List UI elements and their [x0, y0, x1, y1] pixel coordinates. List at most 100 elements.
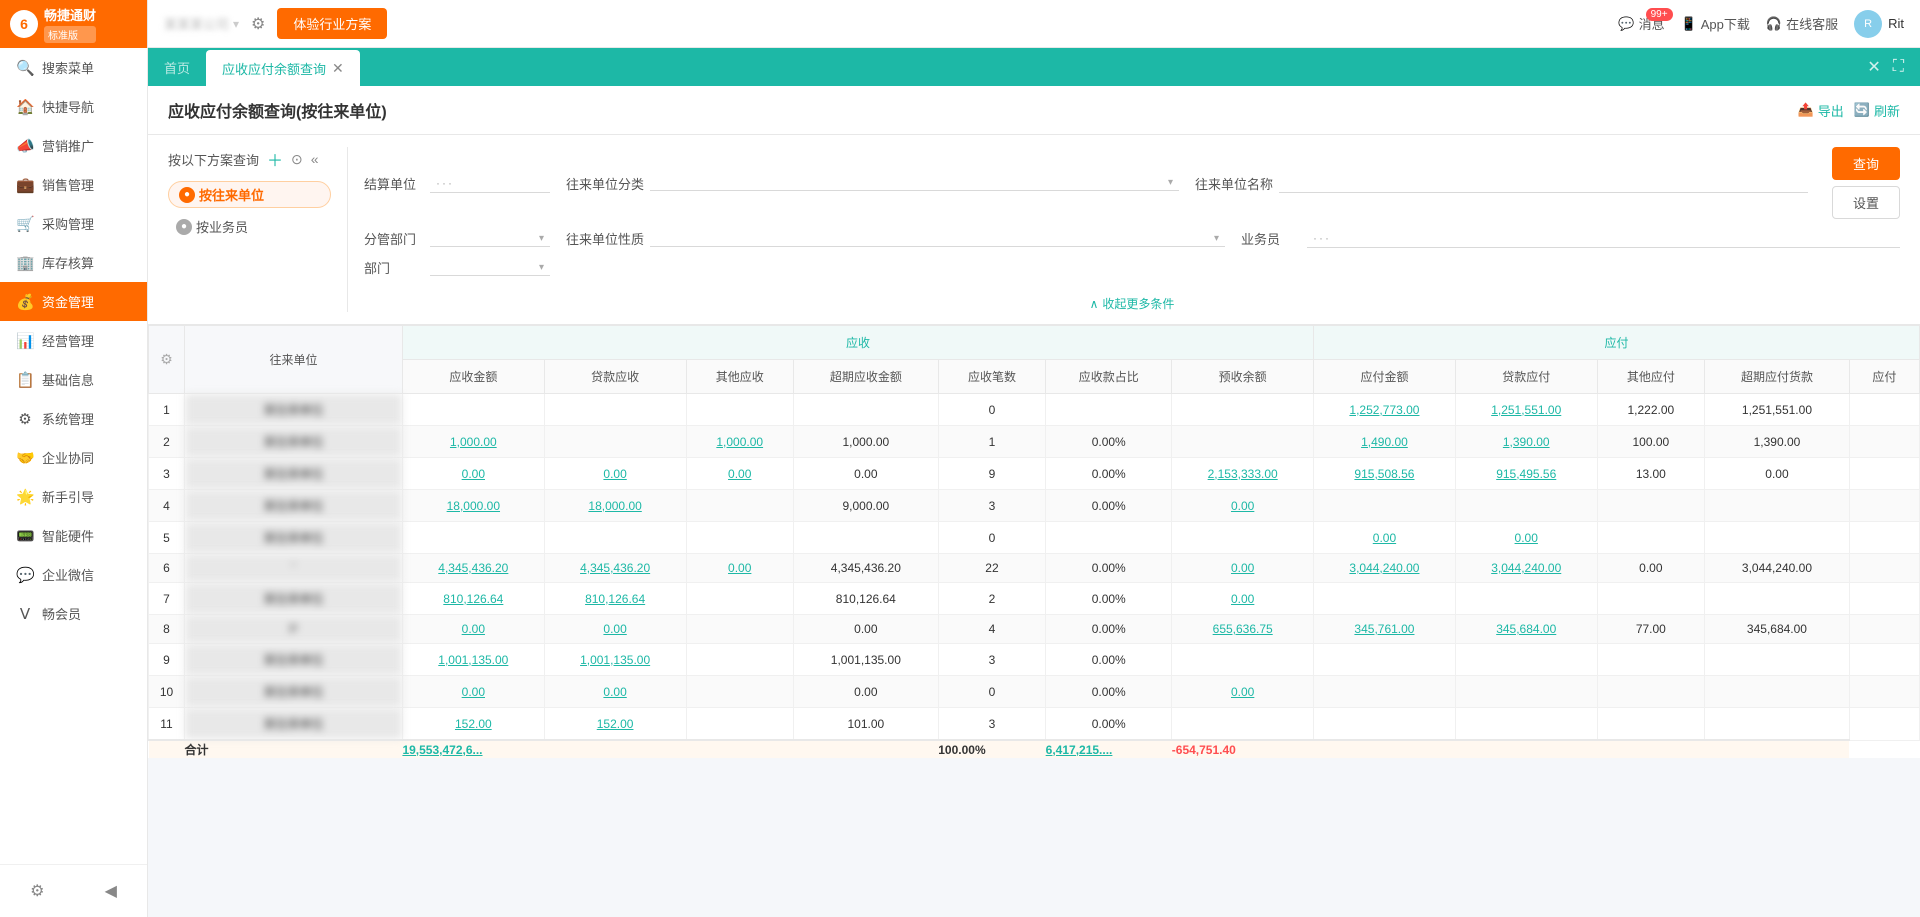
logo-icon: 6 [10, 10, 38, 38]
partner-nature-select[interactable]: ▾ [650, 231, 1225, 247]
collapse-more-conditions[interactable]: ∧ 收起更多条件 [1090, 295, 1175, 312]
col-partner: 往来单位 [185, 326, 403, 394]
table-row: 9某往来单位1,001,135.001,001,135.001,001,135.… [149, 644, 1920, 676]
option-by-staff[interactable]: ● 按业务员 [168, 214, 331, 239]
tab-close-window-icon[interactable]: ✕ [1867, 57, 1880, 77]
search-icon: 🔍 [16, 59, 34, 77]
app-edition: 标准版 [44, 26, 96, 43]
col-ar-advance: 预收余额 [1172, 360, 1314, 394]
department-select[interactable]: ▾ [430, 260, 550, 276]
partner-nature-chevron: ▾ [1214, 233, 1219, 244]
col-ar-count: 应收笔数 [938, 360, 1045, 394]
table-row: 4某往来单位18,000.0018,000.009,000.0030.00%0.… [149, 490, 1920, 522]
breadcrumb-arrow: ▾ [233, 17, 239, 31]
service-icon: 🎧 [1766, 16, 1782, 32]
purchase-icon: 🛒 [16, 215, 34, 233]
sidebar-item-quick-nav[interactable]: 🏠 快捷导航 [0, 87, 147, 126]
filter-settlement-unit: 结算单位 ··· [364, 174, 550, 193]
settlement-unit-input[interactable]: ··· [430, 174, 550, 193]
scheme-settings-icon[interactable]: ⊙ [291, 151, 303, 168]
sidebar-item-basic-info[interactable]: 📋 基础信息 [0, 360, 147, 399]
col-settings: ⚙ [149, 326, 185, 394]
sidebar-item-member[interactable]: Ⅴ 畅会员 [0, 594, 147, 633]
app-download-button[interactable]: 📱 App下载 [1681, 14, 1750, 33]
footer-ap-total: -654,751.40 [1172, 740, 1314, 758]
sidebar-item-search-menu[interactable]: 🔍 搜索菜单 [0, 48, 147, 87]
main-content: 应收应付余额查询(按往来单位) 📤 导出 🔄 刷新 按以下方案查询 ＋ ⊙ « [148, 86, 1920, 917]
sidebar: 6 畅捷通财 标准版 🔍 搜索菜单 🏠 快捷导航 📣 营销推广 💼 销售管理 🛒… [0, 0, 148, 917]
sidebar-item-marketing[interactable]: 📣 营销推广 [0, 126, 147, 165]
sidebar-item-sales[interactable]: 💼 销售管理 [0, 165, 147, 204]
tab-ar-ap[interactable]: 应收应付余额查询 ✕ [206, 50, 360, 86]
salesperson-input[interactable]: ··· [1307, 229, 1900, 248]
partner-category-chevron: ▾ [1168, 177, 1173, 188]
tab-close-icon[interactable]: ✕ [332, 60, 344, 77]
cta-button[interactable]: 体验行业方案 [277, 8, 387, 39]
option-by-partner[interactable]: ● 按往来单位 [168, 181, 331, 208]
filter-department: 部门 ▾ [364, 258, 550, 277]
export-button[interactable]: 📤 导出 [1798, 101, 1844, 120]
scheme-collapse-icon[interactable]: « [311, 151, 319, 167]
partner-name-input[interactable] [1279, 173, 1808, 193]
sidebar-item-hardware[interactable]: 📟 智能硬件 [0, 516, 147, 555]
table-row: 11某往来单位152.00152.00101.0030.00% [149, 708, 1920, 741]
table-row: 5某往来单位00.000.00 [149, 522, 1920, 554]
sidebar-item-inventory[interactable]: 🏢 库存核算 [0, 243, 147, 282]
messages-button[interactable]: 💬 消息 99+ [1618, 14, 1664, 33]
by-staff-icon: ● [176, 219, 192, 235]
online-service-button[interactable]: 🎧 在线客服 [1766, 14, 1838, 33]
partner-category-select[interactable]: ▾ [650, 175, 1179, 191]
table-settings-icon[interactable]: ⚙ [160, 351, 173, 367]
tabbar: 首页 应收应付余额查询 ✕ ✕ ⛶ [148, 48, 1920, 86]
col-ap-loan: 贷款应付 [1455, 360, 1597, 394]
breadcrumb-text: 某某某公司 [164, 14, 229, 33]
dept-mgmt-select[interactable]: ▾ [430, 231, 550, 247]
page-actions: 📤 导出 🔄 刷新 [1798, 101, 1900, 120]
app-logo: 6 畅捷通财 标准版 [0, 0, 147, 48]
salesperson-label: 业务员 [1241, 229, 1301, 248]
settings-icon[interactable]: ⚙ [30, 881, 44, 901]
download-icon: 📱 [1681, 16, 1697, 32]
sidebar-item-finance[interactable]: 💰 资金管理 [0, 282, 147, 321]
system-icon: ⚙ [16, 410, 34, 428]
col-ar-overdue: 超期应收金额 [793, 360, 938, 394]
sidebar-item-system[interactable]: ⚙ 系统管理 [0, 399, 147, 438]
sidebar-item-wechat[interactable]: 💬 企业微信 [0, 555, 147, 594]
department-chevron: ▾ [539, 262, 544, 273]
refresh-icon: 🔄 [1854, 102, 1870, 118]
query-button[interactable]: 查询 [1832, 147, 1900, 180]
user-info[interactable]: R Rit [1854, 10, 1904, 38]
hardware-icon: 📟 [16, 527, 34, 545]
table-row: 2某往来单位1,000.001,000.001,000.0010.00%1,49… [149, 426, 1920, 458]
partner-name-label: 往来单位名称 [1195, 174, 1273, 193]
sidebar-item-purchase[interactable]: 🛒 采购管理 [0, 204, 147, 243]
settlement-unit-label: 结算单位 [364, 174, 424, 193]
app-name: 畅捷通财 [44, 5, 96, 24]
partner-category-label: 往来单位分类 [566, 174, 644, 193]
col-ar-other: 其他应收 [686, 360, 793, 394]
finance-icon: 💰 [16, 293, 34, 311]
settings-button[interactable]: 设置 [1832, 186, 1900, 219]
by-partner-icon: ● [179, 187, 195, 203]
tab-expand-icon[interactable]: ⛶ [1893, 58, 1904, 76]
refresh-button[interactable]: 🔄 刷新 [1854, 101, 1900, 120]
sidebar-bottom: ⚙ ◀ [0, 864, 147, 917]
data-table-container: ⚙ 往来单位 应收 应付 应收金额 贷款应收 其他应收 超 [148, 325, 1920, 758]
partner-nature-label: 往来单位性质 [566, 229, 644, 248]
col-ar-group: 应收 [402, 326, 1313, 360]
inventory-icon: 🏢 [16, 254, 34, 272]
collapse-icon[interactable]: ◀ [105, 881, 117, 901]
sidebar-item-operations[interactable]: 📊 经营管理 [0, 321, 147, 360]
col-ap-extra: 应付 [1849, 360, 1919, 394]
page-header: 应收应付余额查询(按往来单位) 📤 导出 🔄 刷新 [148, 86, 1920, 135]
topbar-gear-icon[interactable]: ⚙ [251, 14, 265, 34]
department-label: 部门 [364, 258, 424, 277]
add-scheme-button[interactable]: ＋ [267, 147, 283, 171]
footer-ar-ratio: 100.00% [938, 740, 1045, 758]
marketing-icon: 📣 [16, 137, 34, 155]
sales-icon: 💼 [16, 176, 34, 194]
tab-home[interactable]: 首页 [148, 48, 206, 86]
search-area: 按以下方案查询 ＋ ⊙ « ● 按往来单位 ● 按业务员 结算 [148, 135, 1920, 325]
sidebar-item-enterprise[interactable]: 🤝 企业协同 [0, 438, 147, 477]
sidebar-item-guide[interactable]: 🌟 新手引导 [0, 477, 147, 516]
